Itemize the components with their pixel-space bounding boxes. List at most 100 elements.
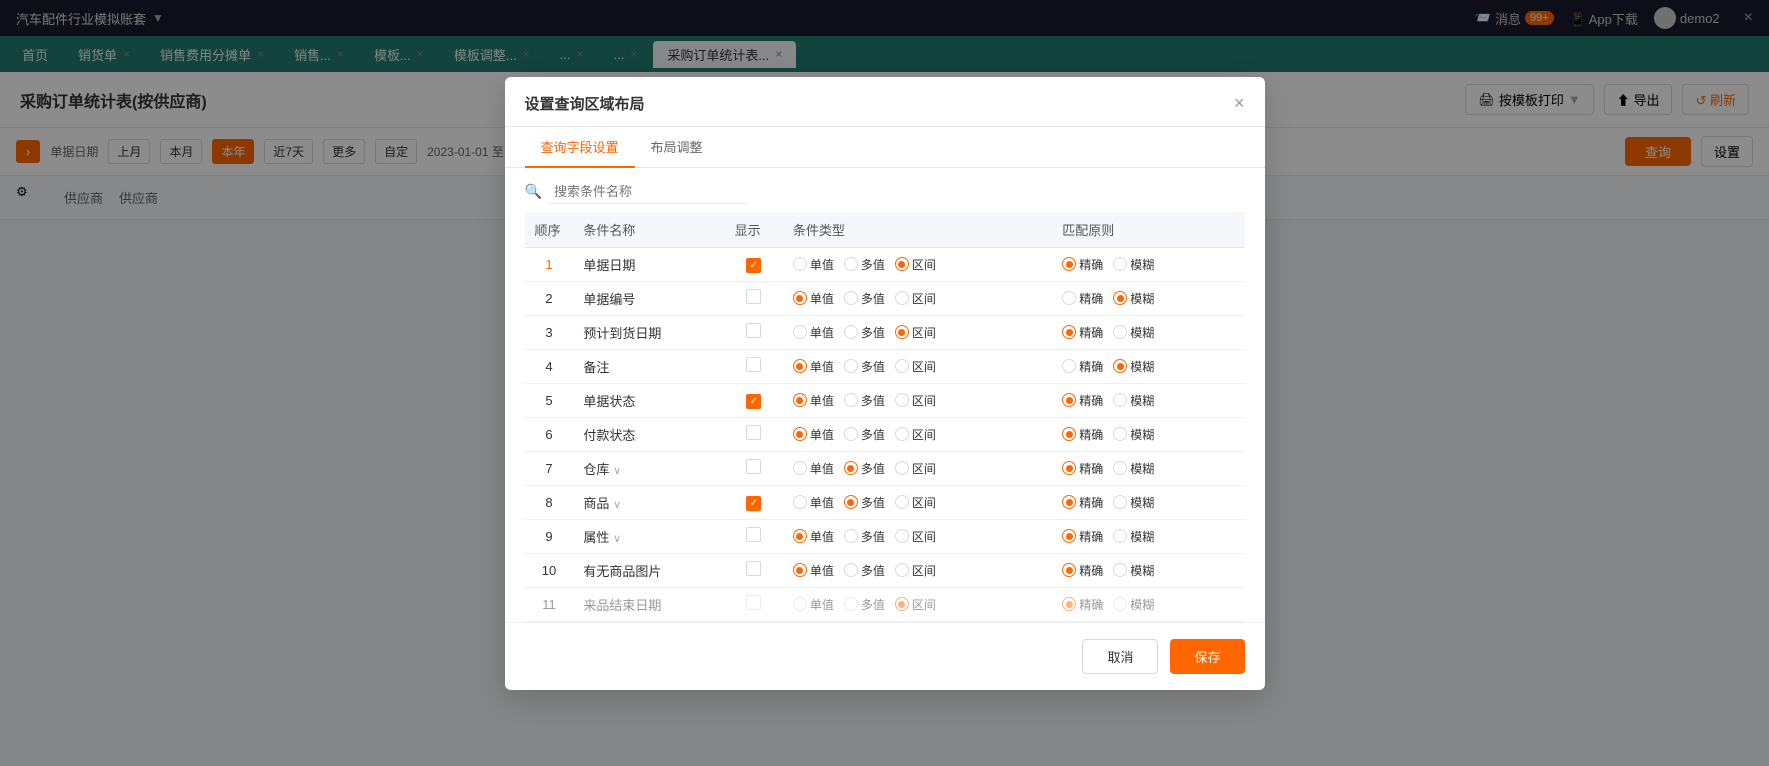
radio-type-单值[interactable]: 单值 [793,290,834,307]
radio-type-单值[interactable]: 单值 [793,528,834,545]
radio-type-多值[interactable]: 多值 [844,596,885,613]
radio-match-模糊[interactable]: 模糊 [1113,528,1154,545]
row-display-checkbox[interactable] [725,281,783,315]
row-display-checkbox[interactable] [725,383,783,417]
radio-type-多值[interactable]: 多值 [844,562,885,579]
modal-tab-layout-adjust[interactable]: 布局调整 [635,127,719,168]
checkbox[interactable] [746,561,761,576]
radio-match-模糊[interactable]: 模糊 [1113,256,1154,273]
row-display-checkbox[interactable] [725,553,783,587]
radio-match-精确[interactable]: 精确 [1062,528,1103,545]
radio-type-多值[interactable]: 多值 [844,528,885,545]
cancel-button[interactable]: 取消 [1082,639,1158,674]
checkbox[interactable] [746,357,761,372]
checkbox[interactable] [746,595,761,610]
radio-match-模糊[interactable]: 模糊 [1113,324,1154,341]
radio-type-区间[interactable]: 区间 [895,256,936,273]
radio-type-区间[interactable]: 区间 [895,528,936,545]
radio-match-精确[interactable]: 精确 [1062,392,1103,409]
radio-circle [1062,393,1076,407]
radio-match-模糊[interactable]: 模糊 [1113,426,1154,443]
radio-match-精确[interactable]: 精确 [1062,324,1103,341]
radio-type-多值[interactable]: 多值 [844,358,885,375]
radio-type-区间[interactable]: 区间 [895,426,936,443]
save-button[interactable]: 保存 [1170,639,1244,674]
row-display-checkbox[interactable] [725,485,783,519]
checkbox[interactable] [746,394,761,409]
th-order: 顺序 [525,212,574,248]
radio-type-多值[interactable]: 多值 [844,290,885,307]
radio-match-模糊[interactable]: 模糊 [1113,358,1154,375]
row-display-checkbox[interactable] [725,349,783,383]
radio-type-多值[interactable]: 多值 [844,392,885,409]
modal-close-button[interactable]: × [1234,93,1245,126]
row-display-checkbox[interactable] [725,451,783,485]
row-display-checkbox[interactable] [725,315,783,349]
radio-match-精确[interactable]: 精确 [1062,494,1103,511]
radio-match-精确[interactable]: 精确 [1062,358,1103,375]
expand-arrow-icon[interactable]: ∨ [613,465,621,477]
radio-match-精确[interactable]: 精确 [1062,596,1103,613]
expand-arrow-icon[interactable]: ∨ [613,533,621,545]
radio-type-区间[interactable]: 区间 [895,290,936,307]
row-display-checkbox[interactable] [725,417,783,451]
radio-label: 单值 [810,290,834,307]
radio-type-单值[interactable]: 单值 [793,392,834,409]
radio-type-多值[interactable]: 多值 [844,256,885,273]
radio-match-模糊[interactable]: 模糊 [1113,596,1154,613]
cancel-label: 取消 [1107,650,1133,665]
radio-type-区间[interactable]: 区间 [895,324,936,341]
radio-label: 精确 [1079,494,1103,511]
radio-type-多值[interactable]: 多值 [844,324,885,341]
row-order: 9 [525,519,574,553]
radio-type-区间[interactable]: 区间 [895,460,936,477]
radio-circle [1113,427,1127,441]
radio-match-模糊[interactable]: 模糊 [1113,392,1154,409]
radio-type-多值[interactable]: 多值 [844,426,885,443]
radio-type-多值[interactable]: 多值 [844,460,885,477]
checkbox[interactable] [746,459,761,474]
row-display-checkbox[interactable] [725,519,783,553]
row-match-radio-group: 精确模糊 [1052,553,1244,587]
checkbox[interactable] [746,425,761,440]
checkbox[interactable] [746,289,761,304]
row-order: 8 [525,485,574,519]
radio-label: 多值 [861,562,885,579]
radio-type-区间[interactable]: 区间 [895,562,936,579]
expand-arrow-icon[interactable]: ∨ [613,499,621,511]
radio-type-区间[interactable]: 区间 [895,392,936,409]
radio-match-精确[interactable]: 精确 [1062,426,1103,443]
row-display-checkbox[interactable] [725,587,783,621]
checkbox[interactable] [746,323,761,338]
row-type-radio-group: 单值多值区间 [783,247,1052,281]
radio-label: 精确 [1079,324,1103,341]
row-match-radio-group: 精确模糊 [1052,315,1244,349]
radio-type-单值[interactable]: 单值 [793,460,834,477]
radio-type-单值[interactable]: 单值 [793,324,834,341]
row-display-checkbox[interactable] [725,247,783,281]
radio-type-区间[interactable]: 区间 [895,494,936,511]
radio-match-精确[interactable]: 精确 [1062,460,1103,477]
modal-tab-query-fields[interactable]: 查询字段设置 [525,127,635,168]
radio-type-多值[interactable]: 多值 [844,494,885,511]
radio-match-精确[interactable]: 精确 [1062,256,1103,273]
checkbox[interactable] [746,496,761,511]
row-order: 5 [525,383,574,417]
radio-type-单值[interactable]: 单值 [793,426,834,443]
radio-type-单值[interactable]: 单值 [793,358,834,375]
radio-type-单值[interactable]: 单值 [793,256,834,273]
radio-type-单值[interactable]: 单值 [793,562,834,579]
radio-match-精确[interactable]: 精确 [1062,562,1103,579]
search-input[interactable] [548,180,748,204]
radio-type-区间[interactable]: 区间 [895,358,936,375]
checkbox[interactable] [746,258,761,273]
radio-match-模糊[interactable]: 模糊 [1113,494,1154,511]
checkbox[interactable] [746,527,761,542]
radio-match-模糊[interactable]: 模糊 [1113,460,1154,477]
radio-match-精确[interactable]: 精确 [1062,290,1103,307]
radio-type-单值[interactable]: 单值 [793,596,834,613]
radio-match-模糊[interactable]: 模糊 [1113,562,1154,579]
radio-type-区间[interactable]: 区间 [895,596,936,613]
radio-type-单值[interactable]: 单值 [793,494,834,511]
radio-match-模糊[interactable]: 模糊 [1113,290,1154,307]
